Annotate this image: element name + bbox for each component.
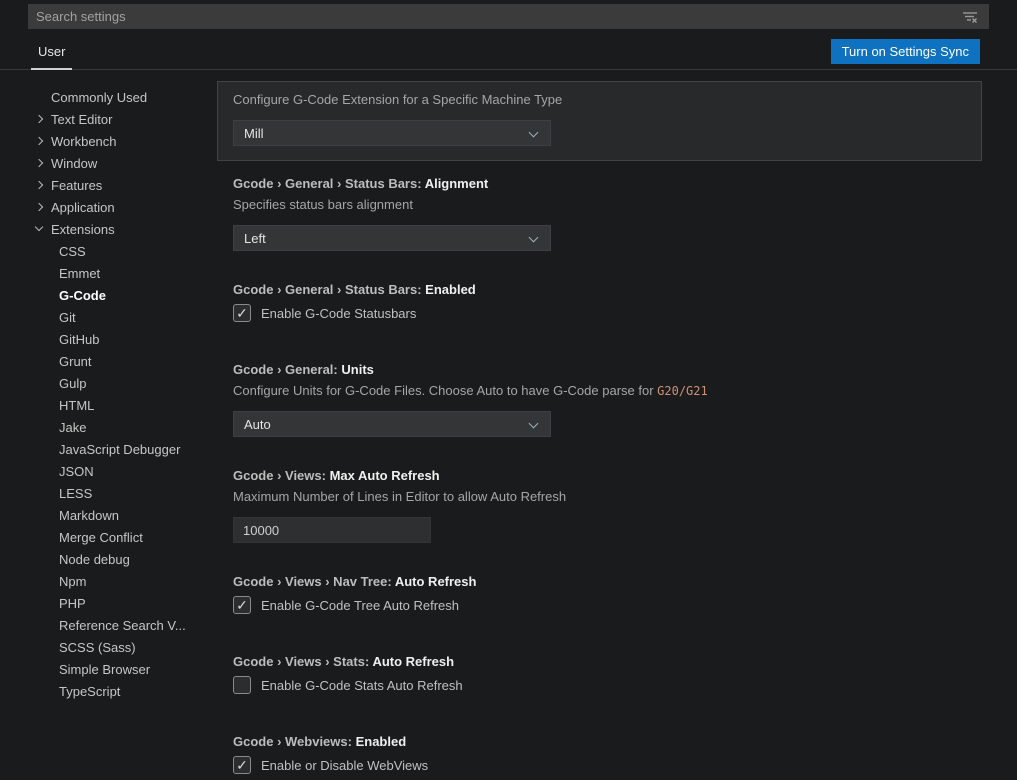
setting-description: Configure Units for G-Code Files. Choose… xyxy=(233,382,982,400)
setting-webviews-enabled: Gcode › Webviews: Enabled ✓ Enable or Di… xyxy=(233,733,982,775)
sidebar-item-json[interactable]: JSON xyxy=(0,460,217,482)
sidebar-item-css[interactable]: CSS xyxy=(0,240,217,262)
check-icon: ✓ xyxy=(236,598,248,612)
setting-description: Configure G-Code Extension for a Specifi… xyxy=(233,91,966,109)
gcode-code-span: G20/G21 xyxy=(657,384,708,398)
tab-user-label: User xyxy=(38,44,65,59)
setting-title: Gcode › General: Units xyxy=(233,361,982,379)
nav-tree-checkbox[interactable]: ✓ xyxy=(233,596,251,614)
setting-max-auto-refresh: Gcode › Views: Max Auto Refresh Maximum … xyxy=(233,467,982,543)
filter-clear-icon[interactable] xyxy=(961,8,979,26)
checkbox-label: Enable or Disable WebViews xyxy=(261,758,428,773)
setting-title: Gcode › Views › Nav Tree: Auto Refresh xyxy=(233,573,982,591)
sidebar-item-reference-search-view[interactable]: Reference Search V... xyxy=(0,614,217,636)
units-select[interactable]: Auto xyxy=(233,411,551,437)
setting-title: Gcode › General › Status Bars: Alignment xyxy=(233,175,982,193)
setting-title: Gcode › Views: Max Auto Refresh xyxy=(233,467,982,485)
sidebar-item-emmet[interactable]: Emmet xyxy=(0,262,217,284)
sidebar-item-markdown[interactable]: Markdown xyxy=(0,504,217,526)
sidebar-item-grunt[interactable]: Grunt xyxy=(0,350,217,372)
active-tab-underline xyxy=(31,68,72,70)
chevron-down-icon xyxy=(529,128,539,138)
sidebar-item-php[interactable]: PHP xyxy=(0,592,217,614)
sidebar-item-application[interactable]: Application xyxy=(0,196,217,218)
sidebar-item-node-debug[interactable]: Node debug xyxy=(0,548,217,570)
sidebar-item-merge-conflict[interactable]: Merge Conflict xyxy=(0,526,217,548)
setting-description: Maximum Number of Lines in Editor to all… xyxy=(233,488,982,506)
setting-stats-auto-refresh: Gcode › Views › Stats: Auto Refresh Enab… xyxy=(233,653,982,695)
check-icon: ✓ xyxy=(236,306,248,320)
setting-title: Gcode › Views › Stats: Auto Refresh xyxy=(233,653,982,671)
alignment-select[interactable]: Left xyxy=(233,225,551,251)
settings-tree-sidebar: Commonly Used Text Editor Workbench Wind… xyxy=(0,70,217,779)
setting-status-bars-alignment: Gcode › General › Status Bars: Alignment… xyxy=(233,175,982,251)
statusbars-checkbox[interactable]: ✓ xyxy=(233,304,251,322)
sidebar-item-commonly-used[interactable]: Commonly Used xyxy=(0,86,217,108)
chevron-right-icon xyxy=(33,111,51,127)
check-icon: ✓ xyxy=(236,758,248,772)
tab-user[interactable]: User xyxy=(33,33,70,69)
chevron-down-icon xyxy=(529,419,539,429)
setting-title: Gcode › General › Status Bars: Enabled xyxy=(233,281,982,299)
sidebar-item-features[interactable]: Features xyxy=(0,174,217,196)
chevron-right-icon xyxy=(33,199,51,215)
setting-machine-type: Configure G-Code Extension for a Specifi… xyxy=(217,81,982,161)
settings-search-bar xyxy=(0,0,1017,33)
chevron-right-icon xyxy=(33,177,51,193)
setting-description: Specifies status bars alignment xyxy=(233,196,982,214)
chevron-right-icon xyxy=(33,155,51,171)
stats-checkbox[interactable] xyxy=(233,676,251,694)
sidebar-item-git[interactable]: Git xyxy=(0,306,217,328)
sidebar-item-jake[interactable]: Jake xyxy=(0,416,217,438)
checkbox-label: Enable G-Code Statusbars xyxy=(261,306,416,321)
sidebar-item-window[interactable]: Window xyxy=(0,152,217,174)
search-input[interactable] xyxy=(28,4,989,29)
machine-type-select[interactable]: Mill xyxy=(233,120,551,146)
sidebar-item-npm[interactable]: Npm xyxy=(0,570,217,592)
sidebar-item-less[interactable]: LESS xyxy=(0,482,217,504)
sidebar-item-javascript-debugger[interactable]: JavaScript Debugger xyxy=(0,438,217,460)
sidebar-item-scss-sass[interactable]: SCSS (Sass) xyxy=(0,636,217,658)
sidebar-item-typescript[interactable]: TypeScript xyxy=(0,680,217,702)
sidebar-item-html[interactable]: HTML xyxy=(0,394,217,416)
settings-tab-bar: User Turn on Settings Sync xyxy=(0,33,1017,70)
max-auto-refresh-input[interactable] xyxy=(233,517,431,543)
settings-list: Configure G-Code Extension for a Specifi… xyxy=(217,70,1017,779)
setting-title: Gcode › Webviews: Enabled xyxy=(233,733,982,751)
sidebar-item-extensions[interactable]: Extensions xyxy=(0,218,217,240)
sidebar-item-g-code[interactable]: G-Code xyxy=(0,284,217,306)
chevron-down-icon xyxy=(33,221,51,237)
sidebar-item-text-editor[interactable]: Text Editor xyxy=(0,108,217,130)
sidebar-item-github[interactable]: GitHub xyxy=(0,328,217,350)
sidebar-item-gulp[interactable]: Gulp xyxy=(0,372,217,394)
sidebar-item-simple-browser[interactable]: Simple Browser xyxy=(0,658,217,680)
setting-status-bars-enabled: Gcode › General › Status Bars: Enabled ✓… xyxy=(233,281,982,323)
checkbox-label: Enable G-Code Tree Auto Refresh xyxy=(261,598,459,613)
chevron-down-icon xyxy=(529,233,539,243)
sidebar-item-workbench[interactable]: Workbench xyxy=(0,130,217,152)
checkbox-label: Enable G-Code Stats Auto Refresh xyxy=(261,678,463,693)
setting-units: Gcode › General: Units Configure Units f… xyxy=(233,361,982,437)
setting-nav-tree-auto-refresh: Gcode › Views › Nav Tree: Auto Refresh ✓… xyxy=(233,573,982,615)
turn-on-settings-sync-button[interactable]: Turn on Settings Sync xyxy=(831,39,980,64)
chevron-right-icon xyxy=(33,133,51,149)
webviews-checkbox[interactable]: ✓ xyxy=(233,756,251,774)
